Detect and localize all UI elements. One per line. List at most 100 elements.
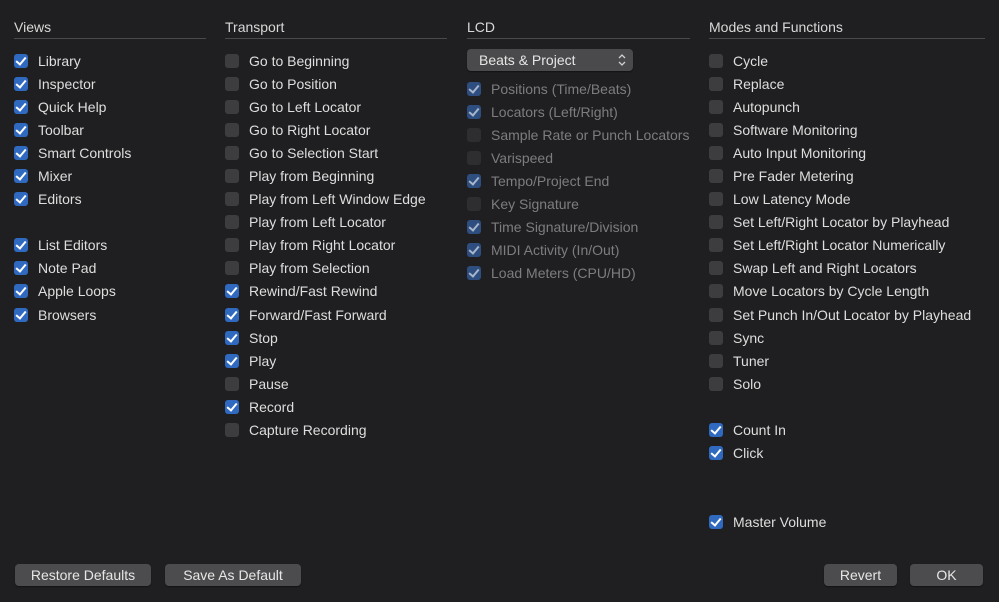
checkbox-unchecked[interactable] xyxy=(709,76,723,91)
checkbox-option[interactable]: Play from Beginning xyxy=(225,164,447,187)
checkbox-option[interactable]: Go to Left Locator xyxy=(225,95,447,118)
checkbox-unchecked[interactable] xyxy=(709,330,723,345)
checkbox-option[interactable]: List Editors xyxy=(14,234,206,257)
checkbox-unchecked[interactable] xyxy=(709,145,723,160)
checkbox-option[interactable]: Forward/Fast Forward xyxy=(225,303,447,326)
checkbox-unchecked[interactable] xyxy=(709,122,723,137)
checkbox-unchecked[interactable] xyxy=(709,284,723,299)
checkbox-option[interactable]: Library xyxy=(14,49,206,72)
checkbox-option[interactable]: Cycle xyxy=(709,49,985,72)
checkbox-option[interactable]: Go to Beginning xyxy=(225,49,447,72)
revert-button[interactable]: Revert xyxy=(824,564,897,586)
checkbox-unchecked[interactable] xyxy=(709,261,723,276)
checkbox-unchecked[interactable] xyxy=(225,261,239,276)
checkbox-checked[interactable] xyxy=(14,99,28,114)
checkbox-unchecked[interactable] xyxy=(225,76,239,91)
checkbox-checked[interactable] xyxy=(14,76,28,91)
checkbox-unchecked[interactable] xyxy=(709,376,723,391)
checkbox-option[interactable]: Count In xyxy=(709,419,985,442)
checkbox-unchecked[interactable] xyxy=(225,122,239,137)
checkbox-unchecked[interactable] xyxy=(225,376,239,391)
checkbox-option[interactable]: Smart Controls xyxy=(14,141,206,164)
checkbox-option[interactable]: Inspector xyxy=(14,72,206,95)
checkbox-option[interactable]: Record xyxy=(225,395,447,418)
checkbox-option[interactable]: Auto Input Monitoring xyxy=(709,141,985,164)
checkbox-option[interactable]: Pause xyxy=(225,372,447,395)
checkbox-unchecked[interactable] xyxy=(225,169,239,184)
checkbox-checked[interactable] xyxy=(14,261,28,276)
checkbox-option[interactable]: Master Volume xyxy=(709,511,985,534)
checkbox-unchecked[interactable] xyxy=(225,215,239,230)
checkbox-checked[interactable] xyxy=(14,122,28,137)
checkbox-checked[interactable] xyxy=(14,53,28,68)
checkbox-option[interactable]: Replace xyxy=(709,72,985,95)
checkbox-option[interactable]: Apple Loops xyxy=(14,280,206,303)
checkbox-option[interactable]: Toolbar xyxy=(14,118,206,141)
checkbox-option[interactable]: Editors xyxy=(14,188,206,211)
checkbox-option[interactable]: Quick Help xyxy=(14,95,206,118)
checkbox-option[interactable]: Stop xyxy=(225,326,447,349)
checkbox-unchecked[interactable] xyxy=(225,238,239,253)
checkbox-option[interactable]: Set Left/Right Locator Numerically xyxy=(709,234,985,257)
checkbox-option[interactable]: Rewind/Fast Rewind xyxy=(225,280,447,303)
checkbox-checked[interactable] xyxy=(14,192,28,207)
checkbox-option[interactable]: Move Locators by Cycle Length xyxy=(709,280,985,303)
checkbox-checked[interactable] xyxy=(14,307,28,322)
checkbox-unchecked[interactable] xyxy=(225,99,239,114)
checkbox-checked[interactable] xyxy=(225,330,239,345)
checkbox-option[interactable]: Note Pad xyxy=(14,257,206,280)
checkbox-option[interactable]: Autopunch xyxy=(709,95,985,118)
checkbox-checked[interactable] xyxy=(709,446,723,461)
checkbox-unchecked[interactable] xyxy=(709,169,723,184)
checkbox-option[interactable]: Low Latency Mode xyxy=(709,188,985,211)
save-as-default-button[interactable]: Save As Default xyxy=(165,564,301,586)
checkbox-option[interactable]: Pre Fader Metering xyxy=(709,164,985,187)
checkbox-unchecked[interactable] xyxy=(225,145,239,160)
lcd-mode-select[interactable]: Beats & Project xyxy=(467,49,633,71)
checkbox-option[interactable]: Capture Recording xyxy=(225,419,447,442)
checkbox-unchecked[interactable] xyxy=(709,99,723,114)
checkbox-option[interactable]: Set Left/Right Locator by Playhead xyxy=(709,211,985,234)
checkbox-unchecked[interactable] xyxy=(709,215,723,230)
checkbox-checked[interactable] xyxy=(225,307,239,322)
checkbox-unchecked[interactable] xyxy=(709,307,723,322)
checkbox-checked[interactable] xyxy=(14,284,28,299)
checkbox-checked[interactable] xyxy=(225,353,239,368)
checkbox-unchecked[interactable] xyxy=(709,192,723,207)
checkbox-label: Tempo/Project End xyxy=(491,172,610,189)
checkbox-option[interactable]: Play from Left Locator xyxy=(225,211,447,234)
restore-defaults-button[interactable]: Restore Defaults xyxy=(15,564,151,586)
checkbox-unchecked[interactable] xyxy=(225,423,239,438)
checkbox-checked[interactable] xyxy=(225,284,239,299)
checkbox-unchecked[interactable] xyxy=(709,53,723,68)
checkbox-unchecked[interactable] xyxy=(709,238,723,253)
checkbox-checked[interactable] xyxy=(14,145,28,160)
checkbox-option[interactable]: Play xyxy=(225,349,447,372)
checkbox-option[interactable]: Swap Left and Right Locators xyxy=(709,257,985,280)
checkbox-option[interactable]: Software Monitoring xyxy=(709,118,985,141)
checkbox-checked[interactable] xyxy=(225,399,239,414)
checkbox-option[interactable]: Solo xyxy=(709,372,985,395)
checkbox-option[interactable]: Play from Right Locator xyxy=(225,234,447,257)
checkbox-option[interactable]: Click xyxy=(709,442,985,465)
checkbox-option[interactable]: Set Punch In/Out Locator by Playhead xyxy=(709,303,985,326)
checkbox-option[interactable]: Play from Selection xyxy=(225,257,447,280)
checkbox-unchecked[interactable] xyxy=(225,192,239,207)
checkbox-option[interactable]: Go to Position xyxy=(225,72,447,95)
checkbox-label: Sample Rate or Punch Locators xyxy=(491,126,690,143)
checkbox-unchecked[interactable] xyxy=(225,53,239,68)
checkbox-option[interactable]: Tuner xyxy=(709,349,985,372)
checkbox-option[interactable]: Mixer xyxy=(14,164,206,187)
checkbox-option[interactable]: Sync xyxy=(709,326,985,349)
checkbox-option[interactable]: Browsers xyxy=(14,303,206,326)
checkbox-checked[interactable] xyxy=(709,423,723,438)
checkbox-checked[interactable] xyxy=(709,515,723,530)
checkbox-unchecked xyxy=(467,197,481,212)
checkbox-option[interactable]: Go to Right Locator xyxy=(225,118,447,141)
checkbox-checked[interactable] xyxy=(14,169,28,184)
checkbox-unchecked[interactable] xyxy=(709,353,723,368)
checkbox-option[interactable]: Go to Selection Start xyxy=(225,141,447,164)
ok-button[interactable]: OK xyxy=(910,564,983,586)
checkbox-option[interactable]: Play from Left Window Edge xyxy=(225,188,447,211)
checkbox-checked[interactable] xyxy=(14,238,28,253)
